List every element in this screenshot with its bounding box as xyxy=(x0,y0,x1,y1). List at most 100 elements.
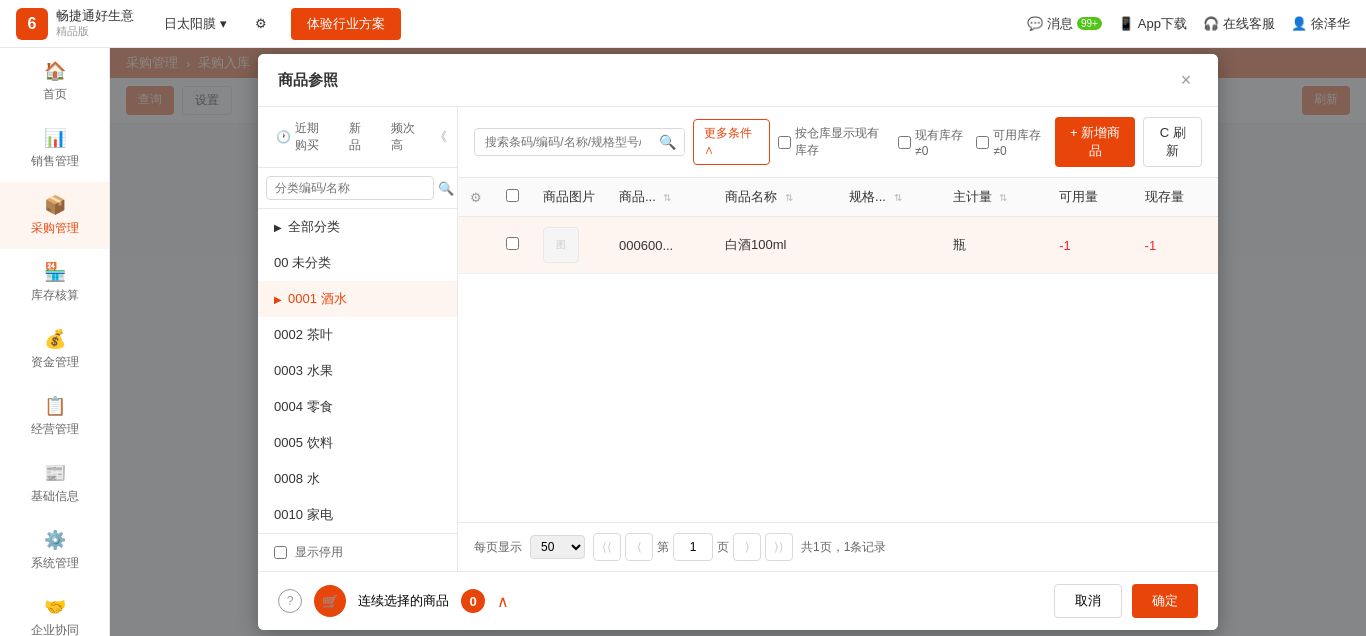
sidebar-item-system[interactable]: ⚙️ 系统管理 xyxy=(0,517,109,584)
sidebar-item-finance[interactable]: 💰 资金管理 xyxy=(0,316,109,383)
product-reference-modal: 商品参照 × 🕐 近期购买 新品 xyxy=(258,54,1218,630)
toolbar-right: + 新增商品 C 刷新 xyxy=(1055,117,1202,167)
continuous-select-label: 连续选择的商品 xyxy=(358,592,449,610)
logo-sub: 精品版 xyxy=(56,24,134,39)
table-row[interactable]: 图 000600... 白酒100ml 瓶 -1 -1 xyxy=(458,217,1218,274)
modal-close-btn[interactable]: × xyxy=(1174,68,1198,92)
page-last-btn[interactable]: ⟩⟩ xyxy=(765,533,793,561)
th-spec[interactable]: 规格... ⇅ xyxy=(837,178,941,217)
collapse-category-btn[interactable]: 《 xyxy=(431,125,449,149)
tab-recent-purchase[interactable]: 🕐 近期购买 xyxy=(266,115,335,159)
content-toolbar: 🔍 更多条件 ∧ 按仓库显示现有库存 现有库存≠0 xyxy=(458,107,1218,178)
cat-0002[interactable]: 0002 茶叶 xyxy=(258,317,457,353)
show-disabled-checkbox[interactable] xyxy=(274,546,287,559)
sidebar-item-sales[interactable]: 📊 销售管理 xyxy=(0,115,109,182)
row-product-code: 000600... xyxy=(607,217,713,274)
header-right: 💬 消息 99+ 📱 App下载 🎧 在线客服 👤 徐泽华 xyxy=(1027,15,1350,33)
product-search-box: 🔍 xyxy=(474,128,685,156)
user-profile[interactable]: 👤 徐泽华 xyxy=(1291,15,1350,33)
row-checkbox[interactable] xyxy=(506,237,519,250)
th-settings[interactable]: ⚙ xyxy=(458,178,494,217)
nav-settings[interactable]: ⚙ xyxy=(243,10,279,37)
modal-footer: ? 🛒 连续选择的商品 0 ∧ 取消 确定 xyxy=(258,571,1218,630)
content-panel: 🔍 更多条件 ∧ 按仓库显示现有库存 现有库存≠0 xyxy=(458,107,1218,571)
cat-all[interactable]: ▶ 全部分类 xyxy=(258,209,457,245)
filter-available-checkbox[interactable] xyxy=(898,136,911,149)
th-product-code[interactable]: 商品... ⇅ xyxy=(607,178,713,217)
logo-text: 畅捷通好生意 xyxy=(56,8,134,25)
sidebar-item-basic[interactable]: 📰 基础信息 xyxy=(0,450,109,517)
message-btn[interactable]: 💬 消息 99+ xyxy=(1027,15,1102,33)
cta-btn[interactable]: 体验行业方案 xyxy=(291,8,401,40)
nav-sun-film[interactable]: 日太阳膜 ▾ xyxy=(152,9,239,39)
tab-new-products[interactable]: 新品 xyxy=(339,115,377,159)
enterprise-icon: 🤝 xyxy=(44,596,66,618)
more-filter-btn[interactable]: 更多条件 ∧ xyxy=(693,119,770,165)
main-layout: 🏠 首页 📊 销售管理 📦 采购管理 🏪 库存核算 💰 资金管理 📋 经营管理 … xyxy=(0,48,1366,636)
sidebar-item-home[interactable]: 🏠 首页 xyxy=(0,48,109,115)
cat-00[interactable]: 00 未分类 xyxy=(258,245,457,281)
confirm-btn[interactable]: 确定 xyxy=(1132,584,1198,618)
app-download-btn[interactable]: 📱 App下载 xyxy=(1118,15,1187,33)
tab-high-frequency[interactable]: 频次高 xyxy=(381,115,427,159)
pagination-bar: 每页显示 50 20 100 ⟨⟨ ⟨ 第 页 xyxy=(458,522,1218,571)
category-list: ▶ 全部分类 00 未分类 ▶ 0001 酒水 0002 茶 xyxy=(258,209,457,533)
show-disabled-area[interactable]: 显示停用 xyxy=(258,533,457,571)
cat-0010[interactable]: 0010 家电 xyxy=(258,497,457,533)
cancel-btn[interactable]: 取消 xyxy=(1054,584,1122,618)
cat-0008[interactable]: 0008 水 xyxy=(258,461,457,497)
message-badge: 99+ xyxy=(1077,17,1102,30)
category-panel: 🕐 近期购买 新品 频次高 《 xyxy=(258,107,458,571)
product-table-container: ⚙ 商品图片 商品... xyxy=(458,178,1218,522)
purchase-icon: 📦 xyxy=(44,194,66,216)
row-unit: 瓶 xyxy=(941,217,1048,274)
product-search-input[interactable] xyxy=(475,130,651,154)
sidebar-item-management[interactable]: 📋 经营管理 xyxy=(0,383,109,450)
add-product-btn[interactable]: + 新增商品 xyxy=(1055,117,1136,167)
row-settings xyxy=(458,217,494,274)
filter-available-label[interactable]: 现有库存≠0 xyxy=(898,127,968,158)
filter-warehouse-label[interactable]: 按仓库显示现有库存 xyxy=(778,125,890,159)
product-search-btn[interactable]: 🔍 xyxy=(651,129,684,155)
filter-usable-checkbox[interactable] xyxy=(976,136,989,149)
filter-usable-label[interactable]: 可用库存≠0 xyxy=(976,127,1046,158)
page-first-btn[interactable]: ⟨⟨ xyxy=(593,533,621,561)
filter-warehouse-checkbox[interactable] xyxy=(778,136,791,149)
cat-0003[interactable]: 0003 水果 xyxy=(258,353,457,389)
th-product-name[interactable]: 商品名称 ⇅ xyxy=(713,178,837,217)
sidebar-item-enterprise[interactable]: 🤝 企业协同 xyxy=(0,584,109,636)
page-prev-btn[interactable]: ⟨ xyxy=(625,533,653,561)
page-next-btn[interactable]: ⟩ xyxy=(733,533,761,561)
category-search-btn[interactable]: 🔍 xyxy=(438,176,454,200)
sidebar-item-purchase[interactable]: 📦 采购管理 xyxy=(0,182,109,249)
sidebar: 🏠 首页 📊 销售管理 📦 采购管理 🏪 库存核算 💰 资金管理 📋 经营管理 … xyxy=(0,48,110,636)
modal-overlay: 商品参照 × 🕐 近期购买 新品 xyxy=(110,48,1366,636)
footer-collapse-btn[interactable]: ∧ xyxy=(497,592,509,611)
top-header: 6 畅捷通好生意 精品版 日太阳膜 ▾ ⚙ 体验行业方案 💬 消息 99+ 📱 … xyxy=(0,0,1366,48)
page-suffix: 页 xyxy=(717,539,729,556)
cat-0004[interactable]: 0004 零食 xyxy=(258,389,457,425)
management-icon: 📋 xyxy=(44,395,66,417)
cat-0001[interactable]: ▶ 0001 酒水 xyxy=(258,281,457,317)
select-all-checkbox[interactable] xyxy=(506,189,519,202)
cart-icon-btn[interactable]: 🛒 xyxy=(314,585,346,617)
online-service-btn[interactable]: 🎧 在线客服 xyxy=(1203,15,1275,33)
page-info: 共1页，1条记录 xyxy=(801,539,886,556)
inventory-icon: 🏪 xyxy=(44,261,66,283)
sidebar-item-inventory[interactable]: 🏪 库存核算 xyxy=(0,249,109,316)
page-number-input[interactable] xyxy=(673,533,713,561)
cat-0005[interactable]: 0005 饮料 xyxy=(258,425,457,461)
modal-header: 商品参照 × xyxy=(258,54,1218,107)
refresh-btn[interactable]: C 刷新 xyxy=(1143,117,1202,167)
th-available: 可用量 xyxy=(1047,178,1132,217)
row-stock: -1 xyxy=(1133,217,1218,274)
help-icon-btn[interactable]: ? xyxy=(278,589,302,613)
th-unit[interactable]: 主计量 ⇅ xyxy=(941,178,1048,217)
modal-body: 🕐 近期购买 新品 频次高 《 xyxy=(258,107,1218,571)
row-spec xyxy=(837,217,941,274)
row-product-name: 白酒100ml xyxy=(713,217,837,274)
per-page-select[interactable]: 50 20 100 xyxy=(530,535,585,559)
category-search-input[interactable] xyxy=(266,176,434,200)
category-tabs: 🕐 近期购买 新品 频次高 《 xyxy=(258,107,457,168)
per-page-label: 每页显示 xyxy=(474,539,522,556)
